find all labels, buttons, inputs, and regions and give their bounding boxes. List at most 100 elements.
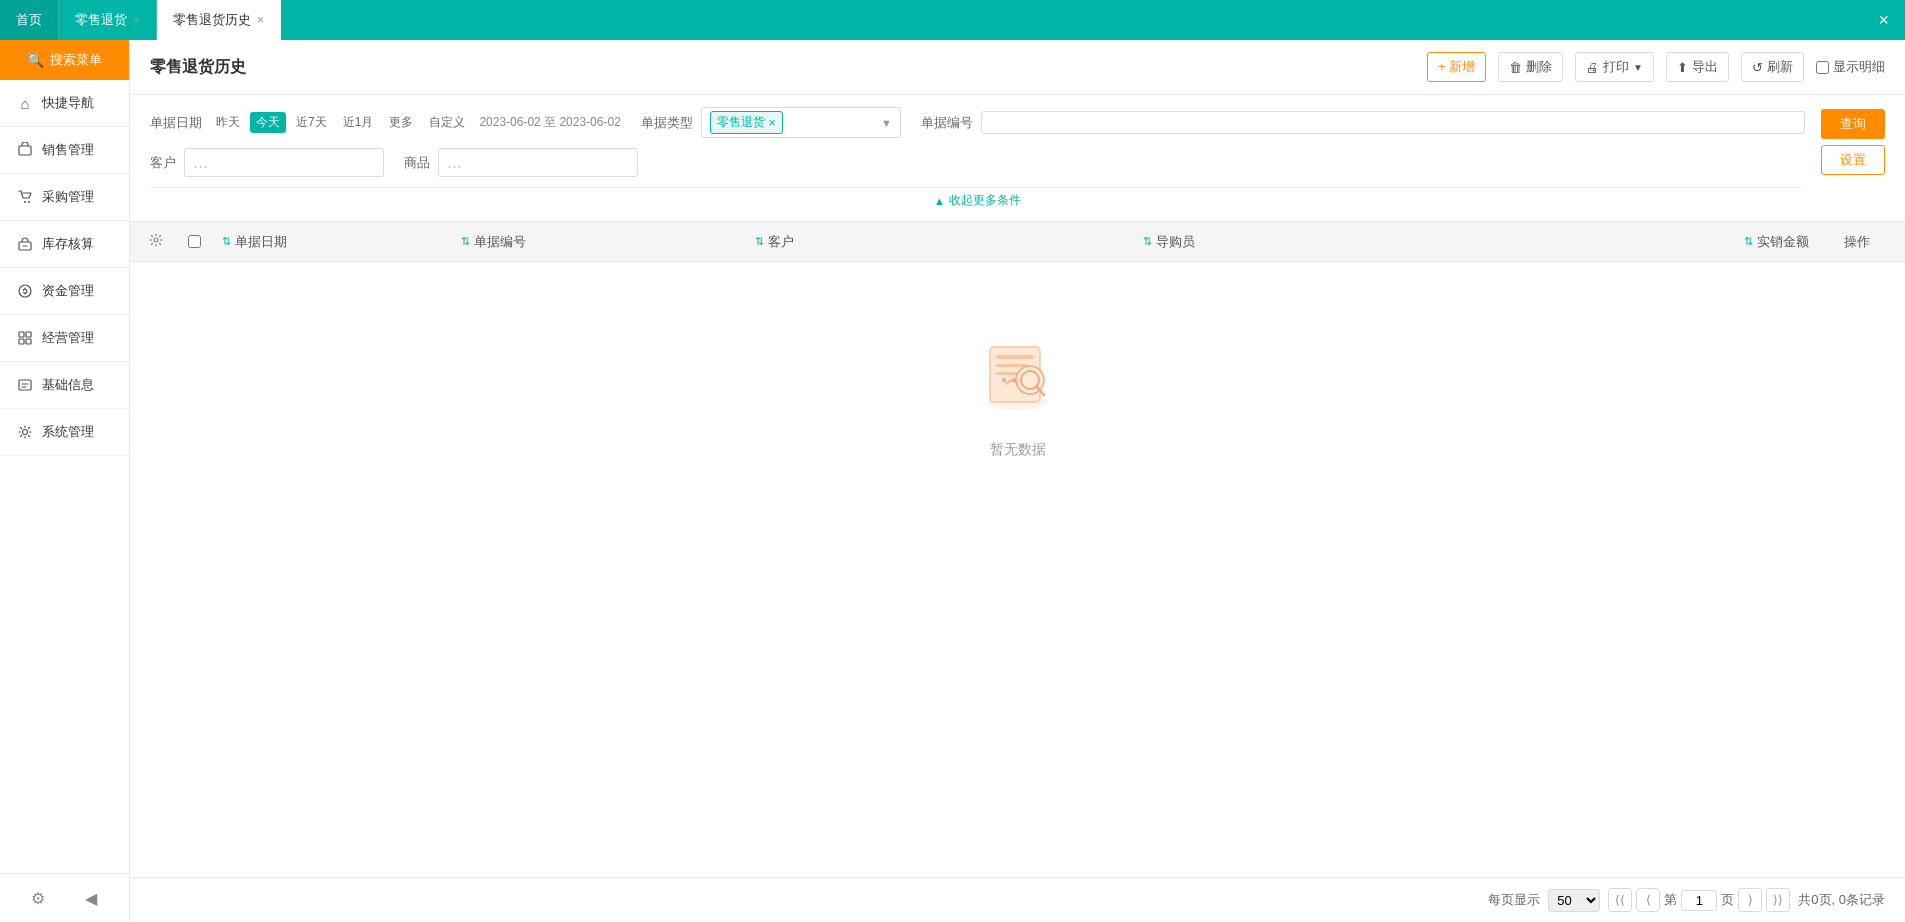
sidebar-item-inventory[interactable]: 库存核算 bbox=[0, 221, 129, 268]
refresh-label: 刷新 bbox=[1767, 58, 1793, 76]
tab-retail-return-history-close[interactable]: × bbox=[257, 13, 264, 27]
page-first-btn[interactable]: ⟨⟨ bbox=[1608, 888, 1632, 912]
th-docno-icon: ⇅ bbox=[461, 235, 470, 248]
sidebar-item-operation[interactable]: 经营管理 bbox=[0, 315, 129, 362]
purchase-icon bbox=[16, 188, 34, 206]
settings-bottom-icon[interactable]: ⚙ bbox=[26, 886, 50, 910]
home-icon: ⌂ bbox=[16, 94, 34, 112]
top-bar: 首页 零售退货 × 零售退货历史 × × bbox=[0, 0, 1905, 40]
tab-home[interactable]: 首页 bbox=[0, 0, 59, 40]
page-actions: + 新增 🗑 删除 🖨 打印 ▼ ⬆ 导出 ↺ 刷新 bbox=[1427, 52, 1885, 82]
main-layout: 🔍 搜索菜单 ⌂ 快捷导航 销售管理 采购管理 库存核算 bbox=[0, 40, 1905, 922]
volume-icon[interactable]: ◀ bbox=[79, 886, 103, 910]
customer-select[interactable]: ... bbox=[184, 148, 384, 177]
tab-retail-return[interactable]: 零售退货 × bbox=[59, 0, 157, 40]
inventory-icon bbox=[16, 235, 34, 253]
filter-date-item: 单据日期 昨天 今天 近7天 近1月 更多 自定义 2023-06-02 至 2… bbox=[150, 112, 621, 133]
sidebar-item-finance[interactable]: 资金管理 bbox=[0, 268, 129, 315]
print-arrow-icon: ▼ bbox=[1633, 62, 1643, 73]
th-amount-icon: ⇅ bbox=[1744, 235, 1753, 248]
sidebar: 🔍 搜索菜单 ⌂ 快捷导航 销售管理 采购管理 库存核算 bbox=[0, 40, 130, 922]
doctype-filter-label: 单据类型 bbox=[641, 114, 693, 132]
sales-icon bbox=[16, 141, 34, 159]
total-info: 共0页, 0条记录 bbox=[1798, 891, 1885, 909]
doctype-tag-close[interactable]: × bbox=[769, 116, 776, 130]
tab-list: 首页 零售退货 × 零售退货历史 × bbox=[0, 0, 1862, 40]
th-action-label: 操作 bbox=[1844, 233, 1870, 251]
date-btn-1month[interactable]: 近1月 bbox=[337, 112, 380, 133]
svg-point-1 bbox=[24, 201, 26, 203]
window-close-button[interactable]: × bbox=[1878, 10, 1889, 31]
date-btn-more[interactable]: 更多 bbox=[383, 112, 419, 133]
goods-select[interactable]: ... bbox=[438, 148, 638, 177]
setting-button[interactable]: 设置 bbox=[1821, 145, 1885, 175]
sidebar-item-sales[interactable]: 销售管理 bbox=[0, 127, 129, 174]
th-docno[interactable]: ⇅ 单据编号 bbox=[453, 233, 748, 251]
docno-input[interactable] bbox=[981, 111, 1805, 134]
docno-filter-label: 单据编号 bbox=[921, 114, 973, 132]
select-all-checkbox[interactable] bbox=[188, 235, 201, 248]
export-icon: ⬆ bbox=[1677, 60, 1688, 75]
doctype-dropdown-icon: ▼ bbox=[881, 117, 892, 129]
page-input[interactable] bbox=[1681, 890, 1717, 911]
show-detail-checkbox[interactable] bbox=[1816, 61, 1829, 74]
th-amount[interactable]: ⇅ 实销金额 bbox=[1615, 233, 1817, 251]
sidebar-item-quicknav[interactable]: ⌂ 快捷导航 bbox=[0, 80, 129, 127]
sidebar-item-quicknav-label: 快捷导航 bbox=[42, 94, 94, 112]
page-next-btn[interactable]: ⟩ bbox=[1738, 888, 1762, 912]
sidebar-item-operation-label: 经营管理 bbox=[42, 329, 94, 347]
add-button[interactable]: + 新增 bbox=[1427, 52, 1486, 82]
svg-rect-14 bbox=[996, 355, 1034, 359]
sidebar-search[interactable]: 🔍 搜索菜单 bbox=[0, 40, 129, 80]
top-bar-right: × bbox=[1862, 10, 1905, 31]
th-customer-icon: ⇅ bbox=[755, 235, 764, 248]
doctype-select[interactable]: 零售退货 × ▼ bbox=[701, 107, 901, 138]
th-guide[interactable]: ⇅ 导购员 bbox=[1135, 233, 1430, 251]
sidebar-item-basicinfo[interactable]: 基础信息 bbox=[0, 362, 129, 409]
page-last-btn[interactable]: ⟩⟩ bbox=[1766, 888, 1790, 912]
date-btn-yesterday[interactable]: 昨天 bbox=[210, 112, 246, 133]
refresh-button[interactable]: ↺ 刷新 bbox=[1741, 52, 1804, 82]
sidebar-item-basicinfo-label: 基础信息 bbox=[42, 376, 94, 394]
page-header: 零售退货历史 + 新增 🗑 删除 🖨 打印 ▼ ⬆ 导出 ↺ bbox=[130, 40, 1905, 95]
th-date-label: 单据日期 bbox=[235, 233, 287, 251]
tab-retail-return-history[interactable]: 零售退货历史 × bbox=[157, 0, 281, 40]
delete-button[interactable]: 🗑 删除 bbox=[1498, 52, 1563, 82]
collapse-btn[interactable]: ▲ 收起更多条件 bbox=[150, 187, 1805, 213]
date-btn-custom[interactable]: 自定义 bbox=[423, 112, 471, 133]
sidebar-item-purchase[interactable]: 采购管理 bbox=[0, 174, 129, 221]
filter-customer-item: 客户 ... bbox=[150, 148, 384, 177]
goods-dots: ... bbox=[447, 152, 462, 173]
filter-row-2: 客户 ... 商品 ... bbox=[150, 148, 1805, 177]
table-settings-icon[interactable] bbox=[149, 233, 163, 250]
delete-icon: 🗑 bbox=[1509, 60, 1522, 75]
page-prev-btn[interactable]: ⟨ bbox=[1636, 888, 1660, 912]
date-btn-today[interactable]: 今天 bbox=[250, 112, 286, 133]
export-button[interactable]: ⬆ 导出 bbox=[1666, 52, 1729, 82]
sidebar-search-label: 搜索菜单 bbox=[50, 51, 102, 69]
search-icon: 🔍 bbox=[27, 52, 44, 68]
operation-icon bbox=[16, 329, 34, 347]
per-page-select[interactable]: 50 10 20 100 bbox=[1548, 889, 1600, 912]
svg-point-21 bbox=[1012, 378, 1016, 382]
svg-point-4 bbox=[19, 285, 31, 297]
th-settings[interactable] bbox=[138, 233, 174, 250]
print-button[interactable]: 🖨 打印 ▼ bbox=[1575, 52, 1654, 82]
date-shortcuts: 昨天 今天 近7天 近1月 更多 自定义 bbox=[210, 112, 471, 133]
date-btn-7days[interactable]: 近7天 bbox=[290, 112, 333, 133]
collapse-label: 收起更多条件 bbox=[949, 192, 1021, 209]
filter-doctype-item: 单据类型 零售退货 × ▼ bbox=[641, 107, 901, 138]
svg-rect-7 bbox=[19, 339, 24, 344]
query-button[interactable]: 查询 bbox=[1821, 109, 1885, 139]
basicinfo-icon bbox=[16, 376, 34, 394]
tab-retail-return-close[interactable]: × bbox=[133, 13, 140, 27]
th-date[interactable]: ⇅ 单据日期 bbox=[214, 233, 453, 251]
date-filter-label: 单据日期 bbox=[150, 114, 202, 132]
th-customer[interactable]: ⇅ 客户 bbox=[747, 233, 1134, 251]
svg-point-11 bbox=[154, 238, 158, 242]
th-checkbox[interactable] bbox=[174, 235, 214, 248]
sidebar-item-system[interactable]: 系统管理 bbox=[0, 409, 129, 456]
show-detail-checkbox-label[interactable]: 显示明细 bbox=[1816, 58, 1885, 76]
sidebar-item-finance-label: 资金管理 bbox=[42, 282, 94, 300]
print-label: 打印 bbox=[1603, 58, 1629, 76]
